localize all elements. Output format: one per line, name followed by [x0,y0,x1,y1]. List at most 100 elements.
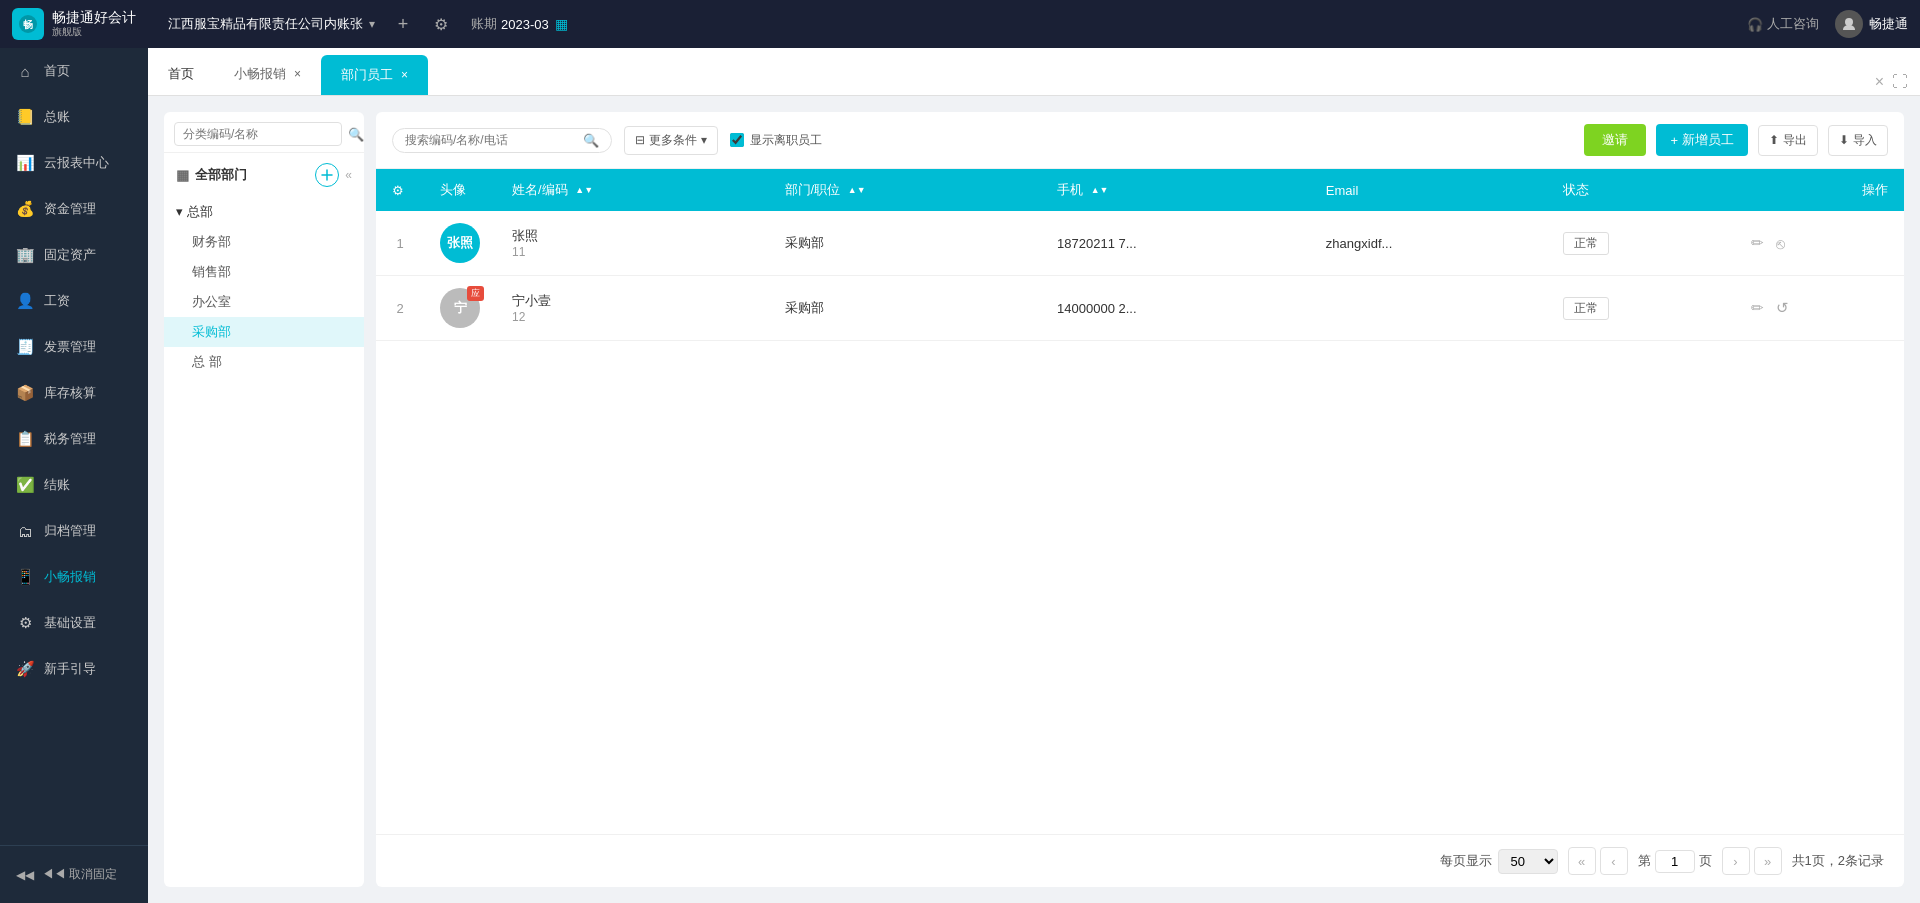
page-number-input[interactable] [1655,850,1695,873]
svg-point-2 [1845,18,1853,26]
col-actions: 操作 [1735,169,1904,211]
sidebar-item-home[interactable]: ⌂ 首页 [0,48,148,94]
add-tab-button[interactable]: + [391,12,415,36]
emp-table-body: 1 张照 张照 11 [376,211,1904,341]
col-settings-icon[interactable]: ⚙ [392,183,404,198]
company-dropdown-icon[interactable]: ▾ [369,17,375,31]
tab-home-label: 首页 [168,65,194,83]
dept-node-child-1[interactable]: 财务部 [164,227,364,257]
dept-search-icon[interactable]: 🔍 [348,127,364,142]
sidebar-item-invoice[interactable]: 🧾 发票管理 [0,324,148,370]
dept-all-button[interactable]: ▦ 全部部门 [176,166,247,184]
dept-add-icon[interactable] [315,163,339,187]
dept-tree-header: ▦ 全部部门 « [164,153,364,193]
page-total-label: 共1页，2条记录 [1792,852,1884,870]
sidebar-item-salary[interactable]: 👤 工资 [0,278,148,324]
sidebar-label-assets: 固定资产 [44,246,96,264]
row1-signout-icon[interactable]: ⎋ [1776,235,1785,252]
row1-email: zhangxidf... [1310,211,1547,276]
tab-close-all-icon[interactable]: × [1875,73,1884,91]
row1-edit-icon[interactable]: ✏ [1751,234,1764,252]
sidebar-label-guide: 新手引导 [44,660,96,678]
sidebar-item-guide[interactable]: 🚀 新手引导 [0,646,148,692]
emp-toolbar: 🔍 ⊟ 更多条件 ▾ 显示离职员工 邀请 + [376,112,1904,169]
dept-search-input[interactable] [174,122,342,146]
page-first-button[interactable]: « [1568,847,1596,875]
row2-dept: 采购部 [769,276,1042,341]
col-actions-label: 操作 [1862,182,1888,197]
show-resigned-checkbox[interactable] [730,133,744,147]
sidebar-label-invoice: 发票管理 [44,338,96,356]
service-button[interactable]: 🎧 人工咨询 [1747,15,1819,33]
emp-search-icon[interactable]: 🔍 [583,133,599,148]
col-avatar: 头像 [424,169,496,211]
row2-mobile: 14000000 2... [1041,276,1310,341]
sidebar-item-inventory[interactable]: 📦 库存核算 [0,370,148,416]
emp-table-wrap: ⚙ 头像 姓名/编码 ▲▼ 部门/职位 [376,169,1904,834]
sidebar-item-assets[interactable]: 🏢 固定资产 [0,232,148,278]
sidebar-item-tax[interactable]: 📋 税务管理 [0,416,148,462]
dept-panel: 🔍 ▦ 全部部门 « ▾ [164,112,364,887]
col-name-label: 姓名/编码 [512,182,568,197]
col-dept-pos[interactable]: 部门/职位 ▲▼ [769,169,1042,211]
sidebar-label-checkout: 结账 [44,476,70,494]
col-mobile[interactable]: 手机 ▲▼ [1041,169,1310,211]
sidebar-item-ledger[interactable]: 📒 总账 [0,94,148,140]
dept-node-child-2[interactable]: 销售部 [164,257,364,287]
page-prev-button[interactable]: ‹ [1600,847,1628,875]
dept-node-child-4[interactable]: 采购部 [164,317,364,347]
tab-dept-emp[interactable]: 部门员工 × [321,55,428,95]
page-last-button[interactable]: » [1754,847,1782,875]
dept-node-child-3[interactable]: 办公室 [164,287,364,317]
tab-expense-close-icon[interactable]: × [294,67,301,81]
emp-search-box: 🔍 [392,128,612,153]
export-button[interactable]: ⬆ 导出 [1758,125,1818,156]
add-employee-button[interactable]: + 新增员工 [1656,124,1748,156]
emp-search-input[interactable] [405,133,577,147]
row2-code: 12 [512,310,753,324]
settings-icon[interactable]: ⚙ [427,10,455,38]
col-name-code[interactable]: 姓名/编码 ▲▼ [496,169,769,211]
filter-chevron: ▾ [701,133,707,147]
row2-edit-icon[interactable]: ✏ [1751,299,1764,317]
filter-button[interactable]: ⊟ 更多条件 ▾ [624,126,718,155]
sidebar-item-reports[interactable]: 📊 云报表中心 [0,140,148,186]
add-emp-label: 新增员工 [1682,131,1734,149]
unpin-button[interactable]: ◀◀ ◀◀ 取消固定 [0,856,148,893]
tab-dept-emp-close-icon[interactable]: × [401,68,408,82]
dept-node-parent-0[interactable]: ▾ 总部 [164,197,364,227]
sidebar-item-checkout[interactable]: ✅ 结账 [0,462,148,508]
sidebar-item-expense[interactable]: 📱 小畅报销 [0,554,148,600]
page-next-button[interactable]: › [1722,847,1750,875]
import-button[interactable]: ⬇ 导入 [1828,125,1888,156]
sidebar-item-settings[interactable]: ⚙ 基础设置 [0,600,148,646]
headset-icon: 🎧 [1747,17,1763,32]
user-name: 畅捷通 [1869,15,1908,33]
col-status: 状态 [1547,169,1735,211]
expense-icon: 📱 [16,568,34,586]
invite-button[interactable]: 邀请 [1584,124,1646,156]
user-menu[interactable]: 畅捷通 [1835,10,1908,38]
app-name: 畅捷通好会计 [52,9,136,26]
sidebar-item-funds[interactable]: 💰 资金管理 [0,186,148,232]
export-label: 导出 [1783,132,1807,149]
tab-bar: 首页 小畅报销 × 部门员工 × × ⛶ [148,48,1920,96]
col-email: Email [1310,169,1547,211]
col-dept-label: 部门/职位 [785,182,841,197]
filter-label: 更多条件 [649,132,697,149]
tab-fullscreen-icon[interactable]: ⛶ [1892,73,1908,91]
sidebar-item-archive[interactable]: 🗂 归档管理 [0,508,148,554]
table-row: 1 张照 张照 11 [376,211,1904,276]
calendar-icon[interactable]: ▦ [555,16,568,32]
tab-expense[interactable]: 小畅报销 × [214,55,321,95]
page-nav: « ‹ [1568,847,1628,875]
dept-collapse-icon[interactable]: « [345,168,352,182]
tab-home[interactable]: 首页 [148,55,214,95]
row1-code: 11 [512,245,753,259]
dept-node-child-5[interactable]: 总 部 [164,347,364,377]
row2-refresh-icon[interactable]: ↺ [1776,299,1789,317]
row1-avatar: 张照 [440,223,480,263]
company-name: 江西服宝精品有限责任公司内账张 [168,15,363,33]
per-page-select[interactable]: 50 10 20 100 [1498,849,1558,874]
col-email-label: Email [1326,183,1359,198]
